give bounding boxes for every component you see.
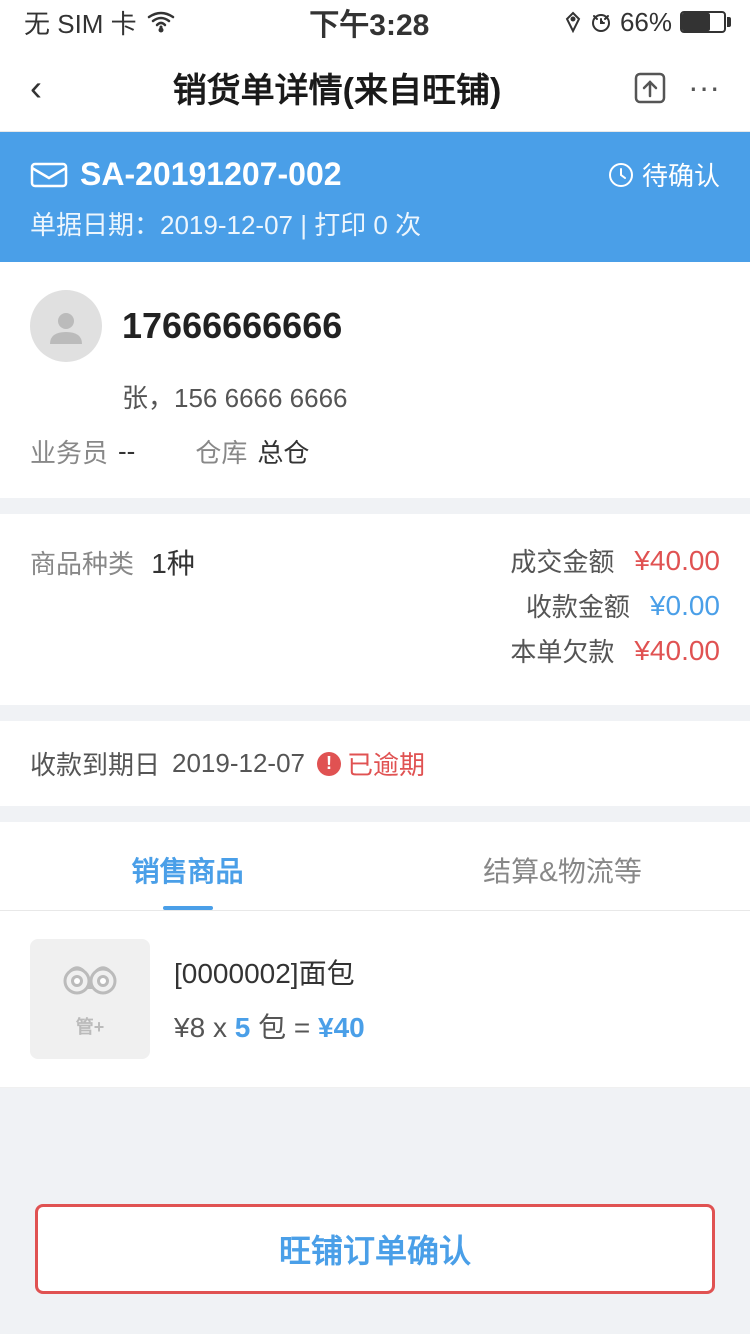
customer-name: 张，156 6666 6666 — [30, 378, 720, 415]
clock-icon — [608, 162, 634, 188]
received-amount-label: 收款金额 — [526, 587, 630, 624]
confirm-button-container: 旺铺订单确认 — [35, 1204, 715, 1294]
product-type-field: 商品种类 1种 — [30, 542, 195, 582]
overdue-dot-icon: ! — [317, 752, 341, 776]
confirm-button[interactable]: 旺铺订单确认 — [35, 1204, 715, 1294]
order-id: SA-20191207-002 — [30, 156, 342, 193]
price-value: ¥8 — [174, 1012, 205, 1043]
status-carrier: 无 SIM 卡 — [24, 4, 175, 41]
product-brand: 管+ — [76, 1013, 105, 1039]
carrier-text: 无 SIM 卡 — [24, 4, 137, 41]
salesperson-field: 业务员 -- — [30, 433, 135, 470]
due-amount-label: 本单欠款 — [510, 632, 614, 669]
product-list: 管+ [0000002]面包 ¥8 x 5 包 = ¥40 — [0, 911, 750, 1088]
price-unit: 包 — [258, 1012, 286, 1043]
received-amount-value: ¥0.00 — [650, 590, 720, 622]
order-icon — [30, 160, 68, 190]
price-total: ¥40 — [318, 1012, 365, 1043]
due-date-card: 收款到期日 2019-12-07 ! 已逾期 — [0, 721, 750, 806]
avatar — [30, 290, 102, 362]
order-date: 单据日期：2019-12-07 | 打印 0 次 — [30, 205, 720, 242]
product-thumbnail: 管+ — [30, 939, 150, 1059]
alarm-icon — [590, 11, 612, 33]
product-item: 管+ [0000002]面包 ¥8 x 5 包 = ¥40 — [0, 911, 750, 1088]
status-bar: 无 SIM 卡 下午3:28 66% — [0, 0, 750, 44]
overdue-badge: ! 已逾期 — [317, 745, 425, 782]
status-time: 下午3:28 — [309, 0, 429, 44]
salesperson-label: 业务员 — [30, 433, 108, 470]
summary-card: 商品种类 1种 成交金额 ¥40.00 收款金额 ¥0.00 本单欠款 ¥40.… — [0, 514, 750, 705]
order-status: 待确认 — [608, 156, 720, 193]
product-name: [0000002]面包 — [174, 952, 720, 992]
nav-bar: ‹ 销货单详情(来自旺铺) ··· — [0, 44, 750, 132]
customer-meta: 业务员 -- 仓库 总仓 — [30, 433, 720, 470]
overdue-text: 已逾期 — [347, 745, 425, 782]
due-amount-value: ¥40.00 — [634, 635, 720, 667]
salesperson-value: -- — [118, 436, 135, 467]
due-date-label: 收款到期日 — [30, 745, 160, 782]
customer-card: 17666666666 张，156 6666 6666 业务员 -- 仓库 总仓 — [0, 262, 750, 498]
due-amount-row: 本单欠款 ¥40.00 — [510, 632, 720, 669]
back-button[interactable]: ‹ — [30, 67, 42, 109]
warehouse-field: 仓库 总仓 — [195, 433, 309, 470]
customer-phone: 17666666666 — [122, 305, 342, 347]
due-date-value: 2019-12-07 — [172, 748, 305, 779]
status-right: 66% — [564, 7, 726, 38]
share-icon[interactable] — [632, 70, 668, 106]
battery-percent: 66% — [620, 7, 672, 38]
amount-summary: 成交金额 ¥40.00 收款金额 ¥0.00 本单欠款 ¥40.00 — [510, 542, 720, 677]
battery-icon — [680, 11, 726, 33]
wifi-icon — [147, 11, 175, 33]
received-amount-row: 收款金额 ¥0.00 — [510, 587, 720, 624]
product-info: [0000002]面包 ¥8 x 5 包 = ¥40 — [174, 952, 720, 1046]
transaction-amount-label: 成交金额 — [510, 542, 614, 579]
tab-settlement-logistics[interactable]: 结算&物流等 — [375, 822, 750, 910]
more-button[interactable]: ··· — [688, 69, 720, 106]
price-qty: 5 — [235, 1012, 251, 1043]
transaction-amount-row: 成交金额 ¥40.00 — [510, 542, 720, 579]
tab-sales-products[interactable]: 销售商品 — [0, 822, 375, 910]
tabs-container: 销售商品 结算&物流等 — [0, 822, 750, 911]
nav-actions: ··· — [632, 69, 720, 106]
page-title: 销货单详情(来自旺铺) — [173, 63, 502, 112]
warehouse-value: 总仓 — [257, 433, 309, 470]
product-logo-icon — [55, 959, 125, 1009]
transaction-amount-value: ¥40.00 — [634, 545, 720, 577]
warehouse-label: 仓库 — [195, 433, 247, 470]
order-header: SA-20191207-002 待确认 单据日期：2019-12-07 | 打印… — [0, 132, 750, 262]
product-price: ¥8 x 5 包 = ¥40 — [174, 1006, 720, 1046]
product-type-label: 商品种类 — [30, 549, 134, 579]
location-icon — [564, 11, 582, 33]
product-type-value: 1种 — [151, 548, 195, 579]
